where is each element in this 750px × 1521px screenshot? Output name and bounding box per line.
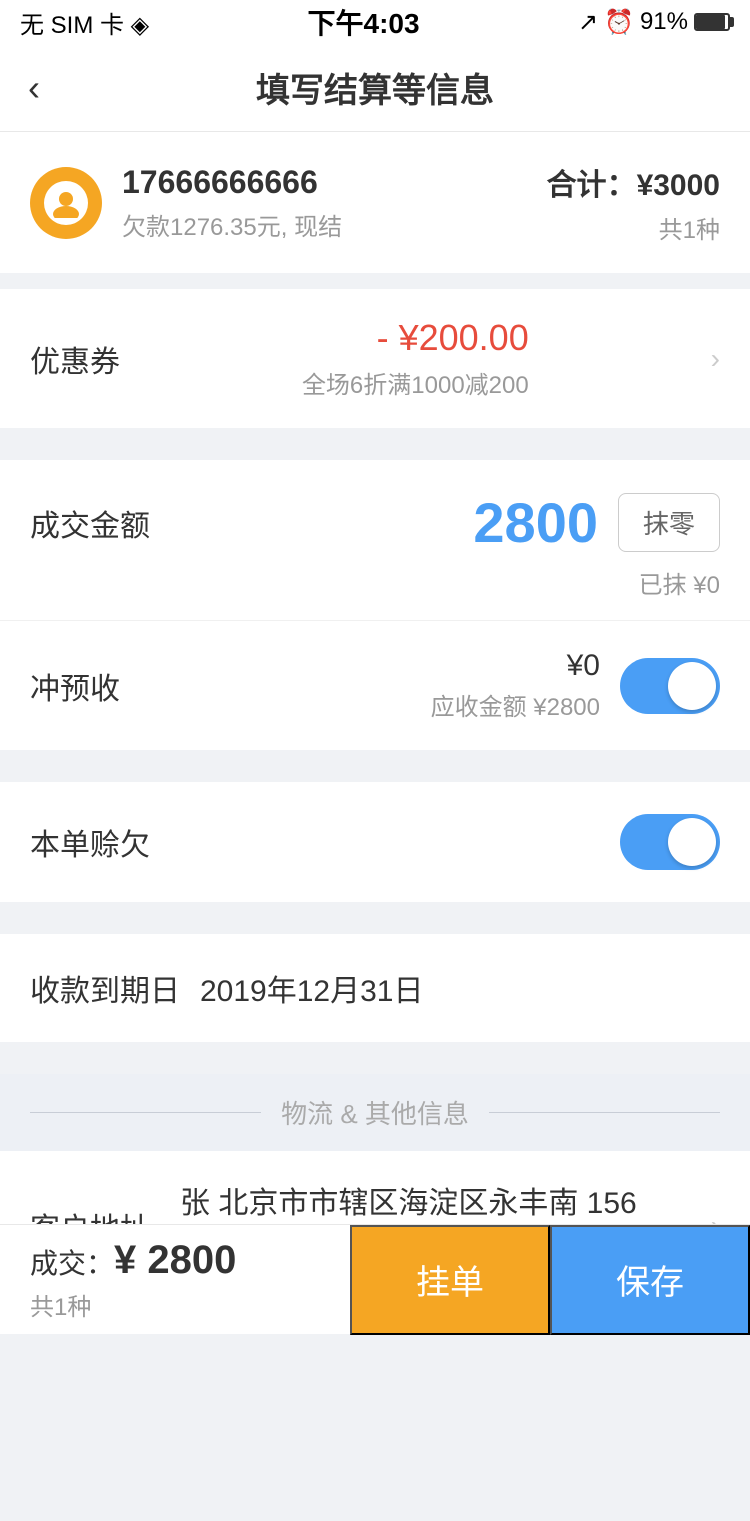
spacer-3 [0, 918, 750, 934]
deal-sub: 已抹 ¥0 [0, 565, 750, 620]
alarm-icon: ⏰ [604, 8, 634, 37]
amount-row: 成交金额 2800 抹零 [0, 460, 750, 565]
separator-text: 物流 & 其他信息 [281, 1094, 469, 1131]
charge-main: ¥0 [431, 649, 600, 683]
due-date-row: 收款到期日 2019年12月31日 [0, 934, 750, 1042]
battery-text: 91% [640, 8, 688, 36]
separator-section: 物流 & 其他信息 [0, 1074, 750, 1151]
charge-values: ¥0 应收金额 ¥2800 [431, 649, 600, 722]
save-button[interactable]: 保存 [550, 1225, 750, 1335]
coupon-discount: - ¥200.00 [377, 317, 529, 359]
due-date-value: 2019年12月31日 [200, 966, 423, 1010]
battery-icon [694, 13, 730, 31]
deferred-section: 本单赊欠 [0, 782, 750, 902]
spacer-1 [0, 444, 750, 460]
separator-line-right [489, 1112, 720, 1113]
total-label: 合计： [547, 169, 637, 202]
hold-button[interactable]: 挂单 [350, 1225, 550, 1335]
coupon-right: - ¥200.00 全场6折满1000减200 [302, 317, 529, 400]
status-bar: 无 SIM 卡 ◈ 下午4:03 ↗ ⏰ 91% [0, 0, 750, 44]
spacer-2 [0, 766, 750, 782]
status-time: 下午4:03 [308, 2, 420, 42]
sim-text: 无 SIM 卡 ◈ [20, 5, 149, 40]
coupon-section[interactable]: 优惠券 - ¥200.00 全场6折满1000减200 › [0, 289, 750, 428]
charge-label: 冲预收 [30, 664, 120, 708]
bottom-bar: 成交：¥ 2800 共1种 挂单 保存 [0, 1224, 750, 1334]
back-button[interactable]: ‹ [28, 67, 40, 109]
status-left: 无 SIM 卡 ◈ [20, 5, 149, 40]
nav-bar: ‹ 填写结算等信息 [0, 44, 750, 132]
due-date-label: 收款到期日 [30, 966, 180, 1010]
deferred-toggle[interactable] [620, 814, 720, 870]
customer-sub: 欠款1276.35元, 现结 [122, 207, 547, 242]
coupon-desc: 全场6折满1000减200 [302, 365, 529, 400]
deal-amount-label: 成交金额 [30, 501, 150, 545]
deferred-row: 本单赊欠 [0, 782, 750, 902]
separator-line-left [30, 1112, 261, 1113]
gray-filler [0, 1301, 750, 1521]
bottom-deal-row: 成交：¥ 2800 [30, 1238, 320, 1283]
total-value: ¥3000 [637, 169, 720, 202]
coupon-chevron-icon: › [711, 343, 720, 375]
deferred-toggle-knob [668, 818, 716, 866]
location-icon: ↗ [578, 8, 598, 37]
avatar-icon [44, 181, 88, 225]
round-button[interactable]: 抹零 [618, 493, 720, 552]
amount-right: 2800 抹零 [473, 490, 720, 555]
customer-total: 合计：¥3000 共1种 [547, 160, 720, 245]
charge-sub: 应收金额 ¥2800 [431, 687, 600, 722]
customer-section: 17666666666 欠款1276.35元, 现结 合计：¥3000 共1种 [0, 132, 750, 273]
status-right: ↗ ⏰ 91% [578, 8, 730, 37]
bottom-deal-label: 成交： [30, 1248, 114, 1279]
page-title: 填写结算等信息 [256, 63, 494, 112]
charge-right: ¥0 应收金额 ¥2800 [431, 649, 720, 722]
toggle-knob [668, 662, 716, 710]
total-amount: 合计：¥3000 [547, 160, 720, 204]
spacer-4 [0, 1058, 750, 1074]
coupon-label: 优惠券 [30, 337, 120, 381]
deal-amount-value: 2800 [473, 490, 598, 555]
bottom-deal-amount: ¥ 2800 [114, 1238, 236, 1282]
total-sub: 共1种 [547, 210, 720, 245]
amount-section: 成交金额 2800 抹零 已抹 ¥0 冲预收 ¥0 应收金额 ¥2800 [0, 460, 750, 750]
charge-toggle[interactable] [620, 658, 720, 714]
customer-info: 17666666666 欠款1276.35元, 现结 [122, 164, 547, 242]
avatar [30, 167, 102, 239]
bottom-count: 共1种 [30, 1287, 320, 1322]
due-date-section: 收款到期日 2019年12月31日 [0, 934, 750, 1042]
customer-phone: 17666666666 [122, 164, 547, 201]
charge-row: 冲预收 ¥0 应收金额 ¥2800 [0, 620, 750, 750]
bottom-summary: 成交：¥ 2800 共1种 [0, 1238, 350, 1322]
deferred-label: 本单赊欠 [30, 820, 150, 864]
coupon-row[interactable]: 优惠券 - ¥200.00 全场6折满1000减200 › [0, 289, 750, 428]
